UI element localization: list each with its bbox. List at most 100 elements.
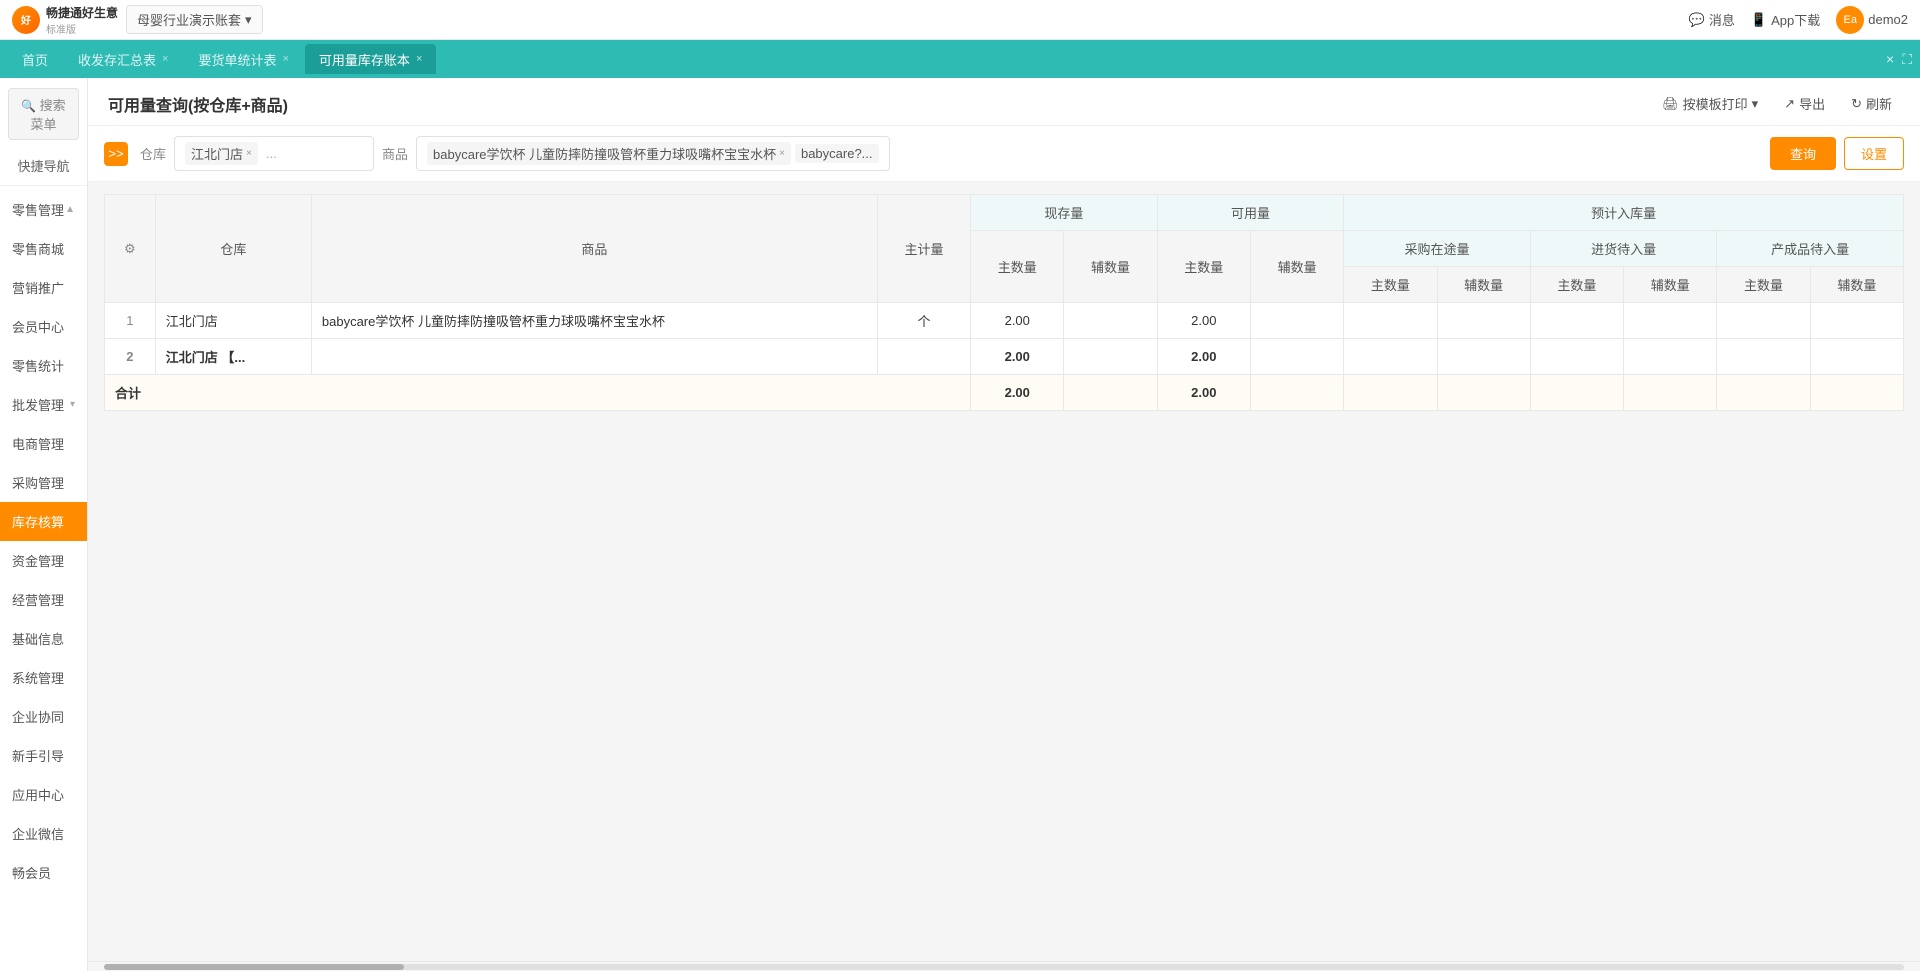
row-current-main-2: 2.00	[971, 339, 1064, 375]
close-tab-income-expense[interactable]: ×	[162, 53, 168, 65]
sidebar-item-quick-nav[interactable]: 快捷导航	[0, 150, 87, 181]
message-button[interactable]: 💬 消息	[1689, 10, 1735, 29]
nav-tabs-right: × ⛶	[1886, 51, 1912, 68]
sidebar-item-retail-mgmt[interactable]: 零售管理 ▲	[0, 190, 87, 229]
purchase-main-qty-header: 主数量	[1344, 267, 1437, 303]
remove-product-tag-1[interactable]: ×	[779, 148, 785, 159]
purchase-in-transit-header: 采购在途量	[1344, 231, 1531, 267]
remove-warehouse-tag[interactable]: ×	[246, 148, 252, 159]
horizontal-scrollbar[interactable]	[88, 961, 1920, 971]
filter-toggle-button[interactable]: >>	[104, 142, 128, 166]
current-main-qty-header: 主数量	[971, 231, 1064, 303]
user-menu[interactable]: Ea demo2	[1836, 6, 1908, 34]
product-label: 商品	[382, 144, 408, 163]
row-inbound-pending-main-2	[1530, 339, 1623, 375]
download-icon: 📱	[1751, 12, 1767, 28]
product-input[interactable]: babycare学饮杯 儿童防摔防撞吸管杯重力球吸嘴杯宝宝水杯 × babyca…	[416, 136, 889, 171]
tab-available-stock[interactable]: 可用量库存账本 ×	[305, 44, 436, 74]
warehouse-input[interactable]: 江北门店 × ...	[174, 136, 374, 171]
planned-inbound-header: 预计入库量	[1344, 195, 1904, 231]
close-all-tabs-button[interactable]: ×	[1886, 51, 1894, 67]
tab-income-expense[interactable]: 收发存汇总表 ×	[64, 44, 182, 74]
chevron-down-icon: ▾	[1752, 96, 1759, 112]
sidebar-item-purchase-mgmt[interactable]: 采购管理	[0, 463, 87, 502]
row-inbound-pending-aux-2	[1624, 339, 1717, 375]
row-current-main-1: 2.00	[971, 303, 1064, 339]
close-tab-order-stats[interactable]: ×	[282, 53, 288, 65]
settings-col-header: ⚙	[105, 195, 156, 303]
scroll-thumb[interactable]	[104, 964, 404, 970]
main-unit-col-header: 主计量	[877, 195, 970, 303]
tab-home[interactable]: 首页	[8, 44, 62, 74]
search-menu-button[interactable]: 🔍 搜索菜单	[8, 88, 79, 140]
sidebar: 🔍 搜索菜单 快捷导航 零售管理 ▲ 零售商城 营销推广 会员中心 零售统计 批…	[0, 78, 88, 971]
top-bar: 好 畅捷通好生意 标准版 母婴行业演示账套 ▾ 💬 消息 📱 App下载 Ea …	[0, 0, 1920, 40]
top-bar-right: 💬 消息 📱 App下载 Ea demo2	[1689, 6, 1908, 34]
sidebar-item-wholesale-mgmt[interactable]: 批发管理 ▾	[0, 385, 87, 424]
row-current-aux-2	[1064, 339, 1157, 375]
scroll-track	[104, 964, 1904, 970]
production-main-qty-header: 主数量	[1717, 267, 1810, 303]
export-button[interactable]: ↗ 导出	[1776, 90, 1833, 117]
close-tab-available-stock[interactable]: ×	[416, 53, 422, 65]
row-available-aux-1	[1250, 303, 1343, 339]
row-available-aux-2	[1250, 339, 1343, 375]
sidebar-item-marketing[interactable]: 营销推广	[0, 268, 87, 307]
filter-bar: >> 仓库 江北门店 × ... 商品 babycare学饮杯 儿童防摔防撞吸管…	[88, 126, 1920, 182]
page-header: 可用量查询(按仓库+商品) 🖨 按模板打印 ▾ ↗ 导出 ↻ 刷新	[88, 78, 1920, 126]
sidebar-item-finance-mgmt[interactable]: 资金管理	[0, 541, 87, 580]
sidebar-item-member-center[interactable]: 会员中心	[0, 307, 87, 346]
export-icon: ↗	[1784, 96, 1795, 112]
summary-current-main-qty: 2.00	[971, 375, 1064, 411]
summary-production-main	[1717, 375, 1810, 411]
chevron-up-icon: ▲	[65, 204, 75, 215]
row-inbound-pending-main-1	[1530, 303, 1623, 339]
query-button[interactable]: 查询	[1770, 137, 1836, 170]
available-aux-qty-header: 辅数量	[1250, 231, 1343, 303]
logo-text: 畅捷通好生意 标准版	[46, 4, 118, 36]
table-settings-icon[interactable]: ⚙	[124, 241, 136, 256]
sidebar-item-enterprise-collab[interactable]: 企业协同	[0, 697, 87, 736]
sidebar-item-vip-member[interactable]: 畅会员	[0, 853, 87, 892]
summary-inbound-main	[1530, 375, 1623, 411]
sidebar-item-new-guide[interactable]: 新手引导	[0, 736, 87, 775]
sidebar-item-operation-mgmt[interactable]: 经营管理	[0, 580, 87, 619]
current-stock-header: 现存量	[971, 195, 1158, 231]
sidebar-item-ecommerce-mgmt[interactable]: 电商管理	[0, 424, 87, 463]
page-actions: 🖨 按模板打印 ▾ ↗ 导出 ↻ 刷新	[1654, 90, 1900, 117]
refresh-button[interactable]: ↻ 刷新	[1843, 90, 1900, 117]
warehouse-more[interactable]: ...	[262, 146, 281, 161]
summary-purchase-aux	[1437, 375, 1530, 411]
sidebar-item-app-center[interactable]: 应用中心	[0, 775, 87, 814]
row-warehouse-1: 江北门店	[155, 303, 311, 339]
sidebar-item-inventory[interactable]: 库存核算	[0, 502, 87, 541]
tab-order-stats[interactable]: 要货单统计表 ×	[184, 44, 302, 74]
content-area: 可用量查询(按仓库+商品) 🖨 按模板打印 ▾ ↗ 导出 ↻ 刷新	[88, 78, 1920, 971]
sidebar-item-enterprise-wechat[interactable]: 企业微信	[0, 814, 87, 853]
sidebar-item-retail-stats[interactable]: 零售统计	[0, 346, 87, 385]
app-download-button[interactable]: 📱 App下载	[1751, 10, 1820, 29]
table-row: 1 江北门店 babycare学饮杯 儿童防摔防撞吸管杯重力球吸嘴杯宝宝水杯 个…	[105, 303, 1904, 339]
row-production-pending-aux-2	[1810, 339, 1903, 375]
sidebar-item-basic-info[interactable]: 基础信息	[0, 619, 87, 658]
row-purchase-transit-aux-1	[1437, 303, 1530, 339]
data-table: ⚙ 仓库 商品 主计量 现存量 可用量 预计入库量 主数量 辅数量 主数量 辅数…	[104, 194, 1904, 411]
summary-label: 合计	[105, 375, 971, 411]
workspace-selector[interactable]: 母婴行业演示账套 ▾	[126, 5, 263, 34]
row-product-1: babycare学饮杯 儿童防摔防撞吸管杯重力球吸嘴杯宝宝水杯	[311, 303, 877, 339]
table-row: 2 江北门店 【... 2.00 2.00	[105, 339, 1904, 375]
production-pending-header: 产成品待入量	[1717, 231, 1904, 267]
summary-inbound-aux	[1624, 375, 1717, 411]
logo-icon: 好	[12, 6, 40, 34]
product-tag-2: babycare?...	[795, 144, 879, 163]
main-layout: 🔍 搜索菜单 快捷导航 零售管理 ▲ 零售商城 营销推广 会员中心 零售统计 批…	[0, 78, 1920, 971]
warehouse-col-header: 仓库	[155, 195, 311, 303]
print-template-button[interactable]: 🖨 按模板打印 ▾	[1654, 90, 1766, 117]
nav-tabs: 首页 收发存汇总表 × 要货单统计表 × 可用量库存账本 × × ⛶	[0, 40, 1920, 78]
summary-purchase-main	[1344, 375, 1437, 411]
sidebar-item-retail-mall[interactable]: 零售商城	[0, 229, 87, 268]
chevron-down-icon: ▾	[245, 12, 252, 28]
settings-button[interactable]: 设置	[1844, 137, 1904, 170]
maximize-button[interactable]: ⛶	[1902, 51, 1912, 68]
sidebar-item-system-mgmt[interactable]: 系统管理	[0, 658, 87, 697]
